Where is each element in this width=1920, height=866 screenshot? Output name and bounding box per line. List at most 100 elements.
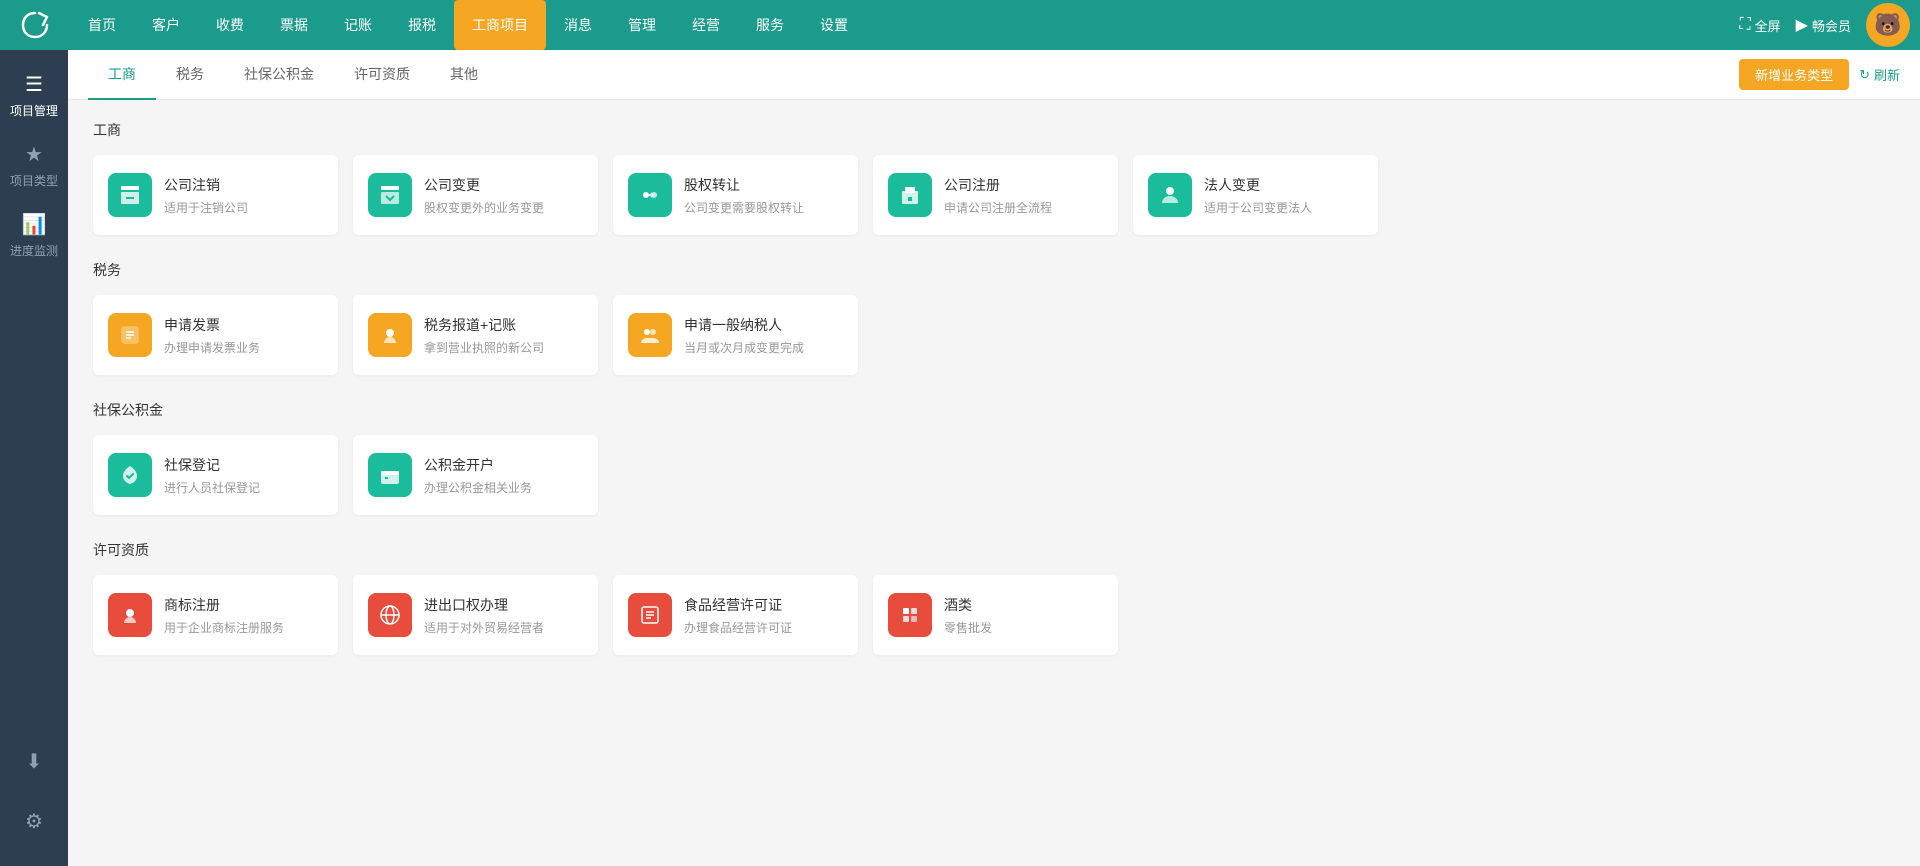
section-title-xuke: 许可资质: [93, 540, 1895, 560]
download-icon: ⬇: [26, 749, 43, 774]
general-taxpayer-icon: [628, 313, 672, 357]
sidebar-download[interactable]: ⬇: [0, 736, 68, 786]
nav-services[interactable]: 服务: [738, 0, 802, 50]
refresh-button[interactable]: ↻ 刷新: [1859, 65, 1900, 84]
card-company-register[interactable]: 公司注册 申请公司注册全流程: [873, 155, 1118, 235]
legal-change-icon: [1148, 173, 1192, 217]
card-alcohol[interactable]: 酒类 零售批发: [873, 575, 1118, 655]
nav-messages[interactable]: 消息: [546, 0, 610, 50]
card-import-export[interactable]: 进出口权办理 适用于对外贸易经营者: [353, 575, 598, 655]
nav-right: ⛶ 全屏 ▶ 畅会员 🐻: [1739, 3, 1910, 47]
card-equity-transfer[interactable]: 股权转让 公司变更需要股权转让: [613, 155, 858, 235]
card-provident-fund-title: 公积金开户: [424, 455, 583, 475]
food-license-icon: [628, 593, 672, 637]
refresh-label: 刷新: [1874, 65, 1900, 84]
mascot-avatar: 🐻: [1866, 3, 1910, 47]
section-shebao: 社保公积金 社保登记 进行人员社保登记: [93, 400, 1895, 515]
card-legal-change[interactable]: 法人变更 适用于公司变更法人: [1133, 155, 1378, 235]
card-apply-invoice-text: 申请发票 办理申请发票业务: [164, 315, 323, 356]
cards-grid-xuke: R 商标注册 用于企业商标注册服务 进出口权办理: [93, 575, 1895, 655]
card-trademark-title: 商标注册: [164, 595, 323, 615]
card-provident-fund-desc: 办理公积金相关业务: [424, 479, 583, 496]
card-apply-invoice[interactable]: 申请发票 办理申请发票业务: [93, 295, 338, 375]
card-general-taxpayer-title: 申请一般纳税人: [684, 315, 843, 335]
company-change-icon: [368, 173, 412, 217]
sidebar-item-progress[interactable]: 📊 进度监测: [0, 200, 68, 270]
nav-management[interactable]: 管理: [610, 0, 674, 50]
equity-transfer-icon: [628, 173, 672, 217]
card-food-license-title: 食品经营许可证: [684, 595, 843, 615]
scroll-content[interactable]: 工商 公司注销 适用于注销公司: [68, 100, 1920, 866]
card-provident-fund-text: 公积金开户 办理公积金相关业务: [424, 455, 583, 496]
card-trademark-text: 商标注册 用于企业商标注册服务: [164, 595, 323, 636]
nav-biz-project[interactable]: 工商项目: [454, 0, 546, 50]
main-layout: ☰ 项目管理 ★ 项目类型 📊 进度监测 ⬇ ⚙ 工商 税务 社保公积金 许可资…: [0, 50, 1920, 866]
chart-icon: 📊: [22, 212, 47, 237]
card-legal-change-desc: 适用于公司变更法人: [1204, 199, 1363, 216]
card-company-cancel[interactable]: 公司注销 适用于注销公司: [93, 155, 338, 235]
card-company-change-desc: 股权变更外的业务变更: [424, 199, 583, 216]
card-company-cancel-title: 公司注销: [164, 175, 323, 195]
nav-settings[interactable]: 设置: [802, 0, 866, 50]
card-company-cancel-text: 公司注销 适用于注销公司: [164, 175, 323, 216]
card-trademark-desc: 用于企业商标注册服务: [164, 619, 323, 636]
member-btn[interactable]: ▶ 畅会员: [1796, 15, 1851, 35]
member-label: 畅会员: [1812, 16, 1851, 35]
card-provident-fund[interactable]: 公积金开户 办理公积金相关业务: [353, 435, 598, 515]
card-tax-report[interactable]: 税务报道+记账 拿到营业执照的新公司: [353, 295, 598, 375]
card-equity-transfer-text: 股权转让 公司变更需要股权转让: [684, 175, 843, 216]
nav-operations[interactable]: 经营: [674, 0, 738, 50]
card-import-export-desc: 适用于对外贸易经营者: [424, 619, 583, 636]
card-tax-report-title: 税务报道+记账: [424, 315, 583, 335]
fullscreen-btn[interactable]: ⛶ 全屏: [1739, 16, 1780, 35]
tab-qita[interactable]: 其他: [430, 50, 498, 100]
nav-accounting[interactable]: 记账: [326, 0, 390, 50]
apply-invoice-icon: [108, 313, 152, 357]
fullscreen-label: 全屏: [1755, 16, 1781, 35]
sidebar-item-project-mgmt[interactable]: ☰ 项目管理: [0, 60, 68, 130]
tab-shuiwu[interactable]: 税务: [156, 50, 224, 100]
section-xuke: 许可资质 R 商标注册 用于企业商标注册服务: [93, 540, 1895, 655]
list-icon: ☰: [25, 72, 43, 97]
sidebar-bottom: ⬇ ⚙: [0, 736, 68, 866]
content-area: 工商 税务 社保公积金 许可资质 其他 新增业务类型 ↻ 刷新 工商: [68, 50, 1920, 866]
sidebar-label-progress: 进度监测: [10, 242, 58, 259]
card-company-change-title: 公司变更: [424, 175, 583, 195]
sidebar-settings[interactable]: ⚙: [0, 796, 68, 846]
card-company-register-text: 公司注册 申请公司注册全流程: [944, 175, 1103, 216]
card-social-insurance[interactable]: 社保登记 进行人员社保登记: [93, 435, 338, 515]
card-company-change[interactable]: 公司变更 股权变更外的业务变更: [353, 155, 598, 235]
card-general-taxpayer-desc: 当月或次月成变更完成: [684, 339, 843, 356]
card-alcohol-title: 酒类: [944, 595, 1103, 615]
card-company-register-desc: 申请公司注册全流程: [944, 199, 1103, 216]
card-company-change-text: 公司变更 股权变更外的业务变更: [424, 175, 583, 216]
card-tax-report-text: 税务报道+记账 拿到营业执照的新公司: [424, 315, 583, 356]
svg-text:R: R: [132, 604, 138, 613]
nav-tax[interactable]: 报税: [390, 0, 454, 50]
sidebar-item-project-type[interactable]: ★ 项目类型: [0, 130, 68, 200]
card-general-taxpayer[interactable]: 申请一般纳税人 当月或次月成变更完成: [613, 295, 858, 375]
nav-customer[interactable]: 客户: [134, 0, 198, 50]
nav-invoices[interactable]: 票据: [262, 0, 326, 50]
tab-shebao[interactable]: 社保公积金: [224, 50, 334, 100]
card-equity-transfer-title: 股权转让: [684, 175, 843, 195]
tab-gongshang[interactable]: 工商: [88, 50, 156, 100]
provident-fund-icon: [368, 453, 412, 497]
tab-xuke[interactable]: 许可资质: [334, 50, 430, 100]
card-food-license[interactable]: 食品经营许可证 办理食品经营许可证: [613, 575, 858, 655]
alcohol-icon: [888, 593, 932, 637]
nav-fees[interactable]: 收费: [198, 0, 262, 50]
nav-home[interactable]: 首页: [70, 0, 134, 50]
card-trademark[interactable]: R 商标注册 用于企业商标注册服务: [93, 575, 338, 655]
card-social-insurance-desc: 进行人员社保登记: [164, 479, 323, 496]
card-import-export-title: 进出口权办理: [424, 595, 583, 615]
settings-icon: ⚙: [25, 809, 43, 834]
new-type-button[interactable]: 新增业务类型: [1739, 59, 1849, 90]
card-company-cancel-desc: 适用于注销公司: [164, 199, 323, 216]
card-tax-report-desc: 拿到营业执照的新公司: [424, 339, 583, 356]
card-company-register-title: 公司注册: [944, 175, 1103, 195]
sidebar: ☰ 项目管理 ★ 项目类型 📊 进度监测 ⬇ ⚙: [0, 50, 68, 866]
refresh-icon: ↻: [1859, 67, 1870, 83]
card-food-license-text: 食品经营许可证 办理食品经营许可证: [684, 595, 843, 636]
video-icon: ▶: [1796, 15, 1808, 35]
